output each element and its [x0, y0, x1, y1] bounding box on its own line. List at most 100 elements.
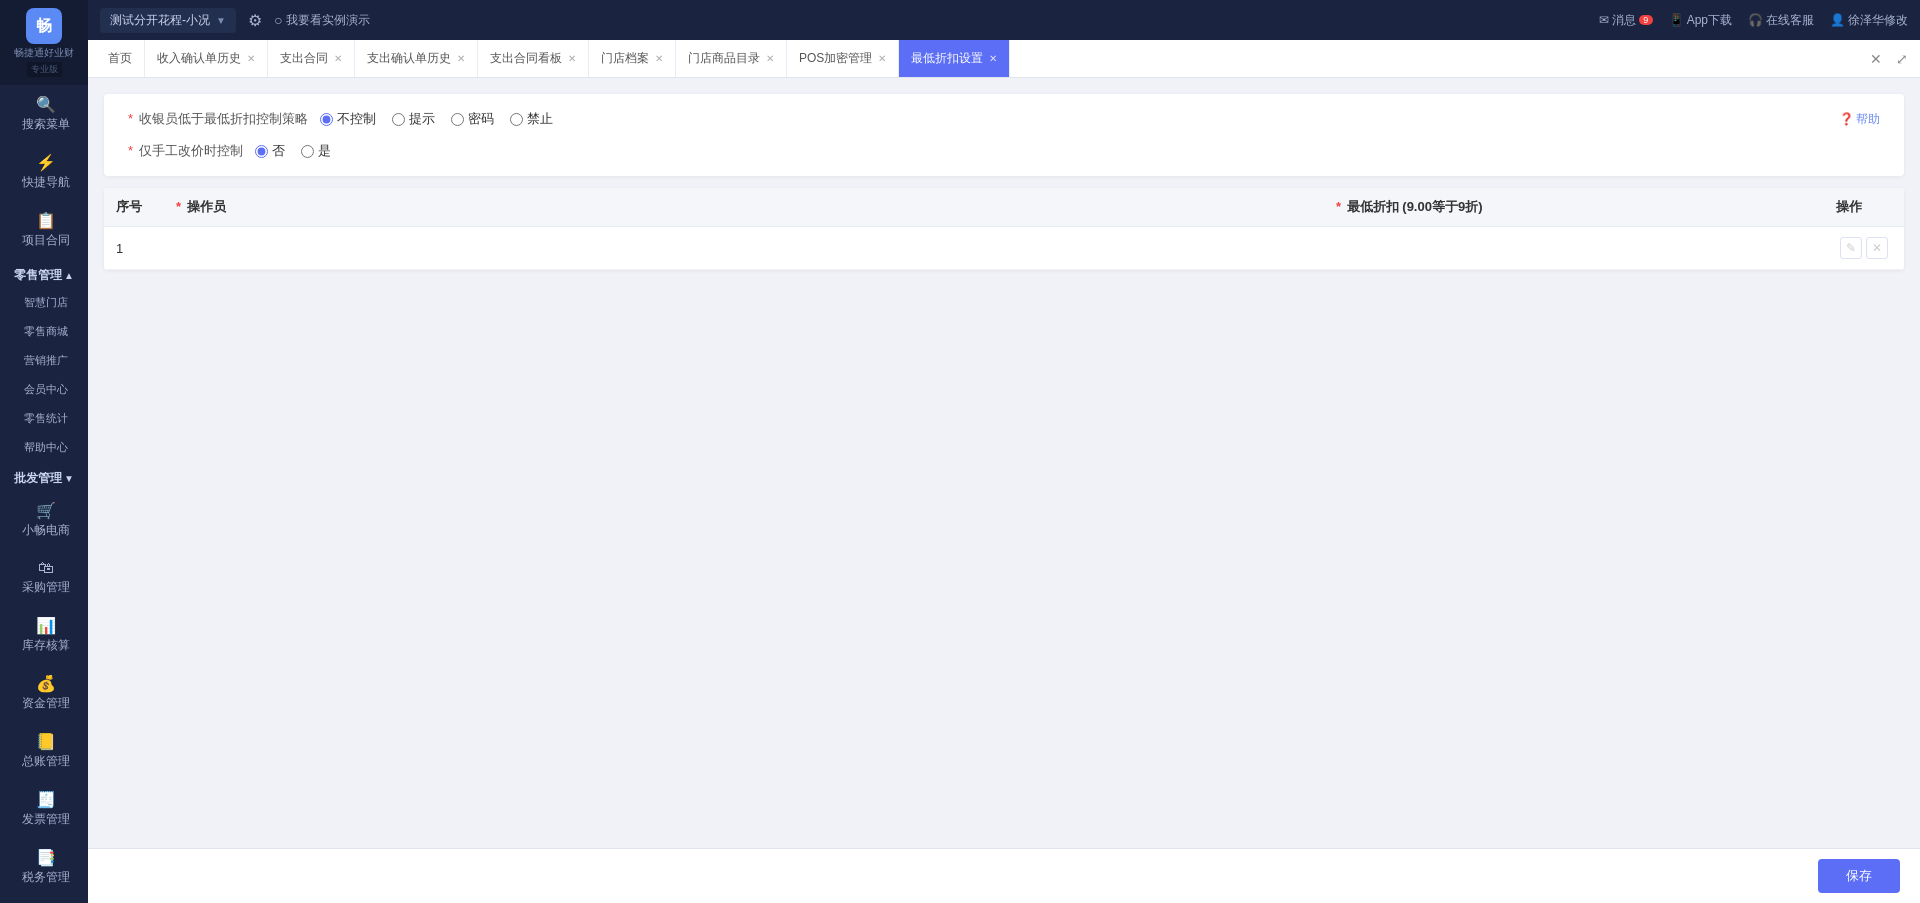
radio-yes[interactable]: 是: [301, 142, 331, 160]
sidebar-item-project[interactable]: 📋 项目合同: [0, 201, 88, 259]
sidebar-item-label: 快捷导航: [22, 174, 70, 191]
radio-no-input[interactable]: [255, 145, 268, 158]
sidebar-item-label: 总账管理: [22, 753, 70, 770]
tab-close-icon[interactable]: ✕: [878, 53, 886, 64]
radio-no-control[interactable]: 不控制: [320, 110, 376, 128]
close-tab-icon[interactable]: ✕: [1866, 47, 1886, 71]
radio-password[interactable]: 密码: [451, 110, 494, 128]
sidebar-item-help-center[interactable]: 帮助中心: [0, 433, 88, 462]
help-link[interactable]: ❓ 帮助: [1839, 111, 1880, 128]
col-header-discount: * 最低折扣 (9.00等于9折): [1324, 188, 1824, 227]
tab-income-confirm[interactable]: 收入确认单历史 ✕: [145, 40, 268, 78]
sidebar-item-label: 会员中心: [24, 382, 68, 397]
tab-close-icon[interactable]: ✕: [334, 53, 342, 64]
expand-tab-icon[interactable]: ⤢: [1892, 47, 1912, 71]
radio-no[interactable]: 否: [255, 142, 285, 160]
lightning-icon: ⚡: [36, 153, 56, 172]
edit-row-button[interactable]: ✎: [1840, 237, 1862, 259]
table-scroll-area: 序号 * 操作员 * 最低折扣 (9.00等于9折) 操作: [104, 188, 1904, 270]
tab-close-icon[interactable]: ✕: [655, 53, 663, 64]
headset-icon: 🎧: [1748, 13, 1763, 27]
sidebar-item-label: 帮助中心: [24, 440, 68, 455]
ledger-icon: 📒: [36, 732, 56, 751]
sidebar-item-capital-mgmt[interactable]: 💰 资金管理: [0, 664, 88, 722]
sidebar-item-label: 发票管理: [22, 811, 70, 828]
sidebar-item-quick-nav[interactable]: ⚡ 快捷导航: [0, 143, 88, 201]
topbar-settings-icon[interactable]: ⚙: [248, 11, 262, 30]
topbar: 测试分开花程-小况 ▼ ⚙ ○ 我要看实例演示 ✉ 消息 9 📱 App下载 🎧…: [88, 0, 1920, 40]
main-area: 测试分开花程-小况 ▼ ⚙ ○ 我要看实例演示 ✉ 消息 9 📱 App下载 🎧…: [88, 0, 1920, 903]
content-area: * 收银员低于最低折扣控制策略 不控制 提示 密码: [88, 78, 1920, 848]
online-service-button[interactable]: 🎧 在线客服: [1748, 12, 1814, 29]
sidebar-item-inventory[interactable]: 📊 库存核算: [0, 606, 88, 664]
tab-close-icon[interactable]: ✕: [766, 53, 774, 64]
tabbar: 首页 收入确认单历史 ✕ 支出合同 ✕ 支出确认单历史 ✕ 支出合同看板 ✕ 门…: [88, 40, 1920, 78]
sidebar-item-retail-mgmt[interactable]: 零售管理 ▲: [0, 259, 88, 288]
tab-store-catalog[interactable]: 门店商品目录 ✕: [676, 40, 787, 78]
delete-row-button[interactable]: ✕: [1866, 237, 1888, 259]
tab-label: 支出确认单历史: [367, 50, 451, 67]
radio-yes-input[interactable]: [301, 145, 314, 158]
demo-link[interactable]: ○ 我要看实例演示: [274, 12, 370, 29]
sidebar-item-marketing[interactable]: 营销推广: [0, 346, 88, 375]
sidebar-logo[interactable]: 畅 畅捷通好业财 专业版: [0, 0, 88, 85]
notifications-button[interactable]: ✉ 消息 9: [1599, 12, 1653, 29]
sidebar-item-search[interactable]: 🔍 搜索菜单: [0, 85, 88, 143]
tab-close-icon[interactable]: ✕: [568, 53, 576, 64]
radio-no-label: 否: [272, 142, 285, 160]
radio-remind-input[interactable]: [392, 113, 405, 126]
required-mark: *: [128, 111, 133, 126]
radio-yes-label: 是: [318, 142, 331, 160]
radio-password-input[interactable]: [451, 113, 464, 126]
search-icon: 🔍: [36, 95, 56, 114]
tab-close-icon[interactable]: ✕: [457, 53, 465, 64]
chevron-down-icon: ▼: [64, 473, 74, 484]
radio-remind[interactable]: 提示: [392, 110, 435, 128]
radio-forbid[interactable]: 禁止: [510, 110, 553, 128]
username-label: 徐泽华修改: [1848, 12, 1908, 29]
demo-circle-icon: ○: [274, 12, 282, 28]
app-download-button[interactable]: 📱 App下载: [1669, 12, 1732, 29]
tab-purchase-contract[interactable]: 支出合同 ✕: [268, 40, 355, 78]
tab-label: 最低折扣设置: [911, 50, 983, 67]
cell-action: ✎ ✕: [1824, 227, 1904, 270]
sidebar-item-retail-mall[interactable]: 零售商城: [0, 317, 88, 346]
radio-forbid-input[interactable]: [510, 113, 523, 126]
chart-icon: 📊: [36, 616, 56, 635]
manual-control-options: 否 是: [255, 142, 331, 160]
clipboard-icon: 📋: [36, 211, 56, 230]
save-button[interactable]: 保存: [1818, 859, 1900, 893]
app-logo-text: 畅捷通好业财: [14, 46, 74, 59]
notifications-label: 消息: [1612, 12, 1636, 29]
discount-table: 序号 * 操作员 * 最低折扣 (9.00等于9折) 操作: [104, 188, 1904, 270]
project-selector[interactable]: 测试分开花程-小况 ▼: [100, 8, 236, 33]
tab-home[interactable]: 首页: [96, 40, 145, 78]
radio-no-control-label: 不控制: [337, 110, 376, 128]
radio-forbid-label: 禁止: [527, 110, 553, 128]
sidebar-item-invoice-mgmt[interactable]: 🧾 发票管理: [0, 780, 88, 838]
sidebar-item-member-center[interactable]: 会员中心: [0, 375, 88, 404]
sidebar-item-ecommerce[interactable]: 🛒 小畅电商: [0, 491, 88, 549]
sidebar-item-label: 智慧门店: [24, 295, 68, 310]
sidebar-item-label: 营销推广: [24, 353, 68, 368]
sidebar-item-label: 税务管理: [22, 869, 70, 886]
tab-close-icon[interactable]: ✕: [247, 53, 255, 64]
tab-purchase-confirm[interactable]: 支出确认单历史 ✕: [355, 40, 478, 78]
tab-store-file[interactable]: 门店档案 ✕: [589, 40, 676, 78]
tab-close-icon[interactable]: ✕: [989, 53, 997, 64]
help-text: 帮助: [1856, 111, 1880, 128]
sidebar-item-purchase-mgmt[interactable]: 🛍 采购管理: [0, 549, 88, 606]
tab-min-discount[interactable]: 最低折扣设置 ✕: [899, 40, 1010, 78]
radio-no-control-input[interactable]: [320, 113, 333, 126]
sidebar-item-retail-stats[interactable]: 零售统计: [0, 404, 88, 433]
table-header-row: 序号 * 操作员 * 最低折扣 (9.00等于9折) 操作: [104, 188, 1904, 227]
sidebar-item-tax-mgmt[interactable]: 📑 税务管理: [0, 838, 88, 896]
user-profile-button[interactable]: 👤 徐泽华修改: [1830, 12, 1908, 29]
tab-purchase-board[interactable]: 支出合同看板 ✕: [478, 40, 589, 78]
tab-pos-password[interactable]: POS加密管理 ✕: [787, 40, 899, 78]
sidebar-item-account-mgmt[interactable]: 📒 总账管理: [0, 722, 88, 780]
chevron-up-icon: ▲: [64, 270, 74, 281]
sidebar-item-batch-mgmt[interactable]: 批发管理 ▼: [0, 462, 88, 491]
sidebar-item-smart-store[interactable]: 智慧门店: [0, 288, 88, 317]
sidebar-item-fixed-assets[interactable]: 🏢 固定资产: [0, 896, 88, 903]
